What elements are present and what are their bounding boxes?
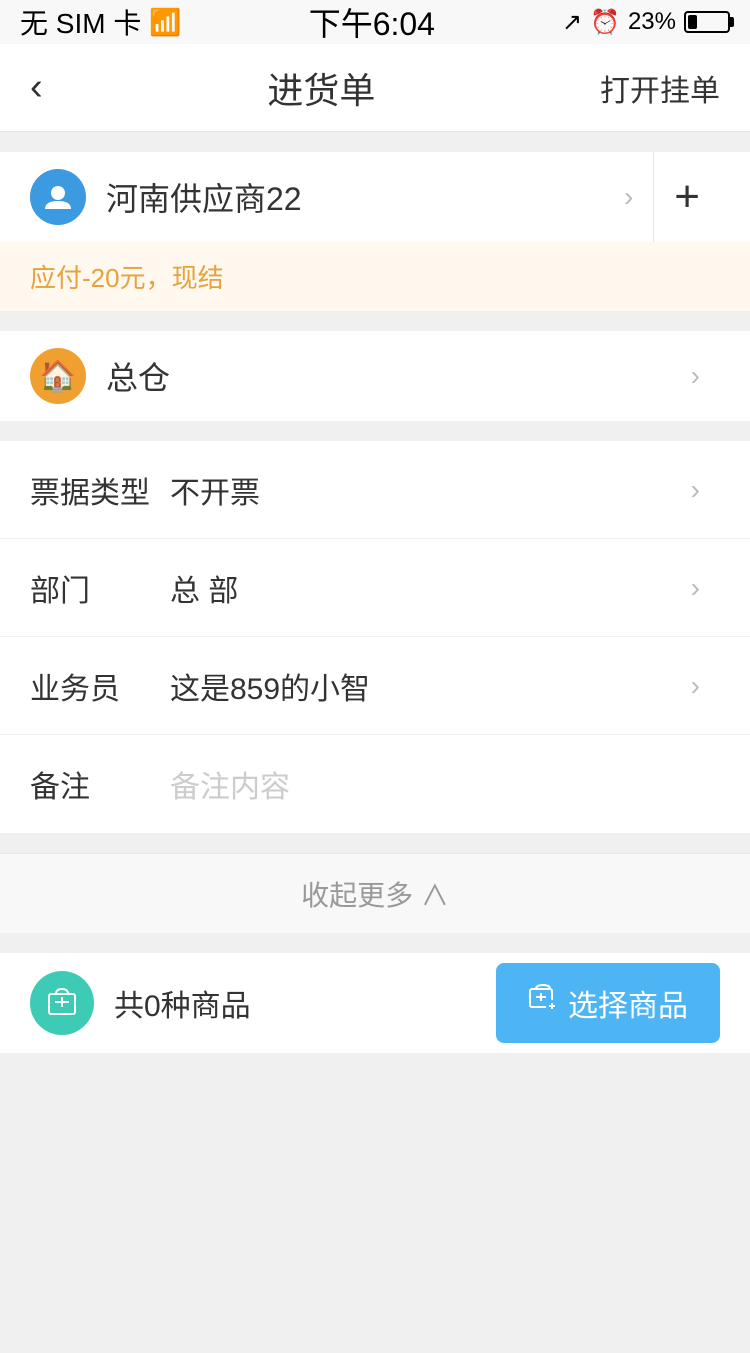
remark-label: 备注 bbox=[30, 762, 150, 806]
open-pending-button[interactable]: 打开挂单 bbox=[600, 66, 720, 110]
remark-input[interactable]: 备注内容 bbox=[150, 762, 720, 806]
add-supplier-button[interactable]: + bbox=[654, 152, 720, 242]
time-label: 下午6:04 bbox=[309, 0, 435, 45]
notice-text: 应付-20元，现结 bbox=[30, 263, 224, 293]
top-divider bbox=[0, 132, 750, 152]
notice-bar: 应付-20元，现结 bbox=[0, 242, 750, 311]
invoice-type-value: 不开票 bbox=[150, 468, 671, 512]
supplier-section: 河南供应商22 › + bbox=[0, 152, 750, 242]
invoice-type-row[interactable]: 票据类型 不开票 › bbox=[0, 441, 750, 539]
product-icon bbox=[30, 971, 94, 1035]
form-section: 票据类型 不开票 › 部门 总 部 › 业务员 这是859的小智 › 备注 备注… bbox=[0, 441, 750, 833]
back-button[interactable]: ‹ bbox=[30, 66, 43, 109]
select-product-button[interactable]: 选择商品 bbox=[496, 963, 720, 1043]
warehouse-section[interactable]: 🏠 总仓 › bbox=[0, 331, 750, 421]
supplier-row[interactable]: 河南供应商22 › bbox=[30, 152, 654, 242]
salesperson-label: 业务员 bbox=[30, 664, 150, 708]
salesperson-value: 这是859的小智 bbox=[150, 664, 671, 708]
alarm-icon: ⏰ bbox=[590, 8, 620, 37]
warehouse-icon: 🏠 bbox=[30, 348, 86, 404]
department-chevron-icon: › bbox=[691, 572, 700, 604]
supplier-name: 河南供应商22 bbox=[106, 174, 604, 220]
carrier-label: 无 SIM 卡 bbox=[20, 2, 141, 42]
department-label: 部门 bbox=[30, 566, 150, 610]
status-left: 无 SIM 卡 📶 bbox=[20, 2, 182, 42]
warehouse-name: 总仓 bbox=[106, 353, 671, 399]
collapse-label: 收起更多 ∧ bbox=[301, 874, 449, 914]
supplier-avatar bbox=[30, 169, 86, 225]
select-product-icon bbox=[528, 984, 558, 1022]
wifi-icon: 📶 bbox=[149, 7, 181, 38]
nav-bar: ‹ 进货单 打开挂单 bbox=[0, 44, 750, 132]
product-count-label: 共0种商品 bbox=[114, 981, 496, 1025]
page-title: 进货单 bbox=[267, 62, 375, 114]
invoice-chevron-icon: › bbox=[691, 474, 700, 506]
select-product-label: 选择商品 bbox=[568, 981, 688, 1025]
battery-icon bbox=[684, 11, 730, 33]
salesperson-chevron-icon: › bbox=[691, 670, 700, 702]
collapse-bar[interactable]: 收起更多 ∧ bbox=[0, 853, 750, 933]
product-section: 共0种商品 选择商品 bbox=[0, 953, 750, 1053]
department-value: 总 部 bbox=[150, 566, 671, 610]
status-bar: 无 SIM 卡 📶 下午6:04 ↗ ⏰ 23% bbox=[0, 0, 750, 44]
invoice-type-label: 票据类型 bbox=[30, 468, 150, 512]
department-row[interactable]: 部门 总 部 › bbox=[0, 539, 750, 637]
status-right: ↗ ⏰ 23% bbox=[562, 8, 730, 37]
supplier-chevron-icon: › bbox=[624, 181, 633, 213]
salesperson-row[interactable]: 业务员 这是859的小智 › bbox=[0, 637, 750, 735]
battery-percent: 23% bbox=[628, 8, 676, 36]
location-icon: ↗ bbox=[562, 8, 582, 37]
remaining-space bbox=[0, 1053, 750, 1353]
remark-row[interactable]: 备注 备注内容 bbox=[0, 735, 750, 833]
warehouse-chevron-icon: › bbox=[691, 360, 700, 392]
